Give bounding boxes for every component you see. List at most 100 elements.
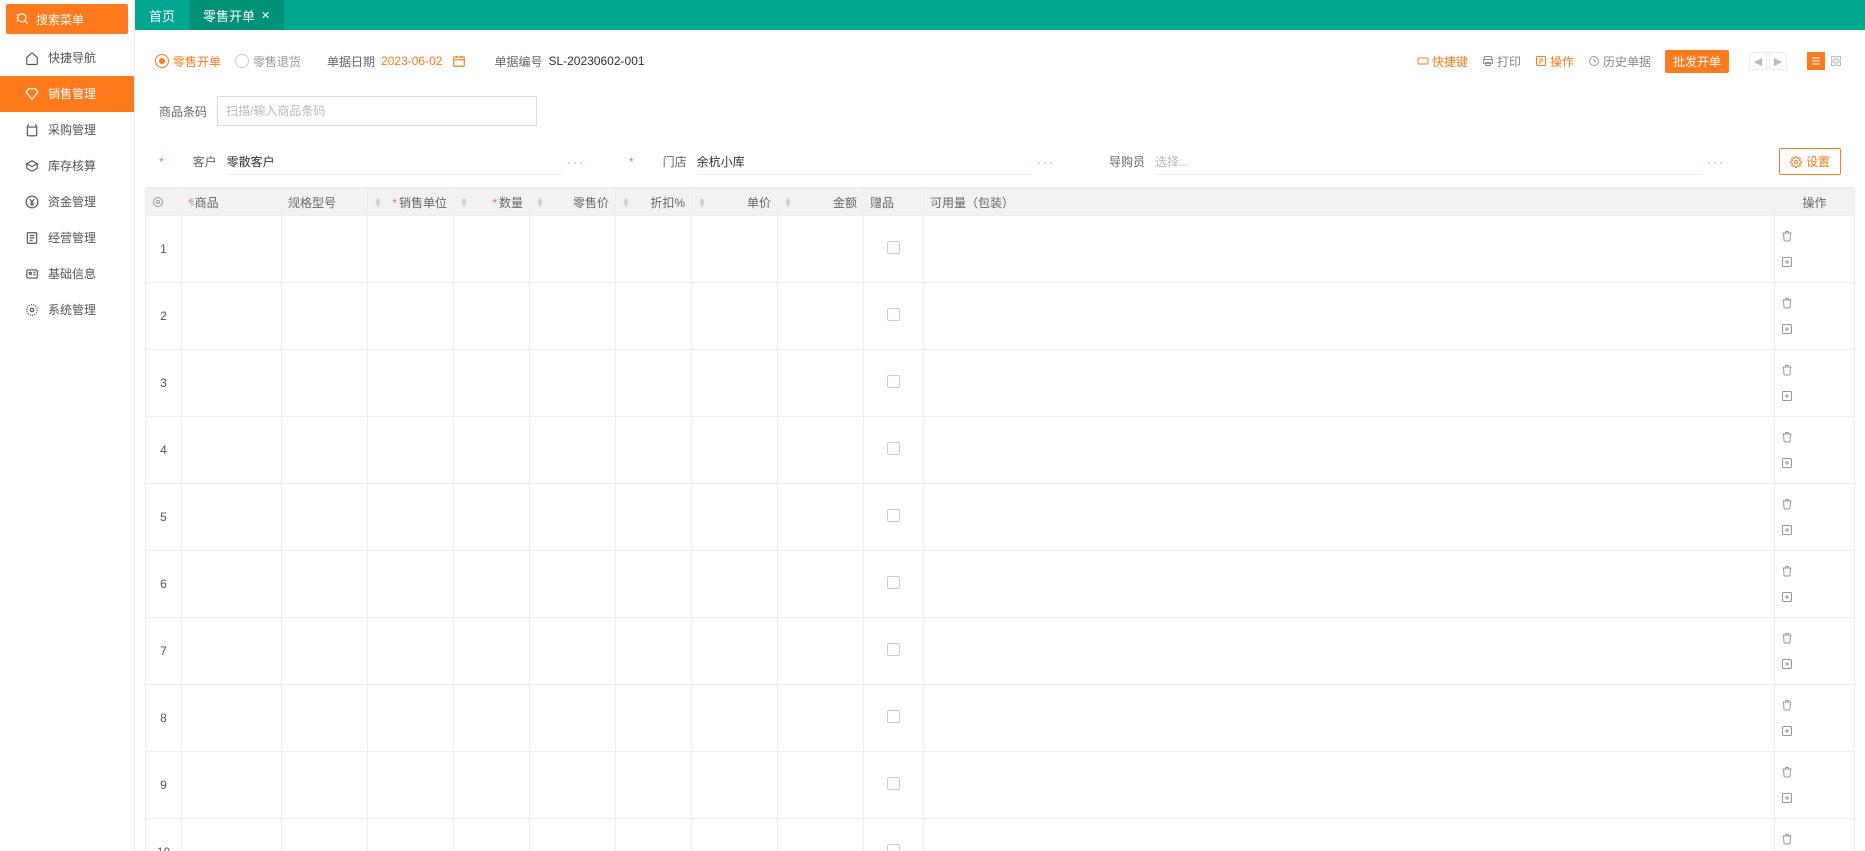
gift-checkbox[interactable] [887,643,900,656]
add-icon[interactable] [1781,658,1848,670]
delete-icon[interactable] [1781,498,1848,510]
delete-icon[interactable] [1781,431,1848,443]
th-amount[interactable]: ▲▼金额 [778,189,864,216]
search-menu-label: 搜索菜单 [36,11,84,28]
customer-value[interactable]: 零散客户 [227,149,563,175]
nav-item-5[interactable]: 经营管理 [0,220,134,256]
shortcut-button[interactable]: 快捷键 [1417,53,1468,70]
delete-icon[interactable] [1781,364,1848,376]
th-spec[interactable]: ▲▼规格型号 [282,189,368,216]
nav-item-6[interactable]: 基础信息 [0,256,134,292]
box-icon [24,158,40,174]
table-row[interactable]: 3 [146,350,1855,417]
gift-checkbox[interactable] [887,844,900,851]
required-icon: * [159,155,164,169]
nav-item-7[interactable]: 系统管理 [0,292,134,328]
table-row[interactable]: 5 [146,484,1855,551]
order-type-radio-1[interactable]: 零售退货 [235,53,301,70]
customer-label: 客户 [167,153,217,170]
gift-checkbox[interactable] [887,308,900,321]
add-icon[interactable] [1781,457,1848,469]
gift-checkbox[interactable] [887,442,900,455]
nav-item-3[interactable]: 库存核算 [0,148,134,184]
batch-order-button[interactable]: 批发开单 [1665,50,1729,73]
view-grid-icon[interactable] [1827,52,1845,70]
table-row[interactable]: 6 [146,551,1855,618]
guide-value[interactable]: 选择... [1155,149,1703,175]
delete-icon[interactable] [1781,230,1848,242]
date-value[interactable]: 2023-06-02 [381,54,442,68]
order-no-label: 单据编号 [494,53,542,70]
add-icon[interactable] [1781,725,1848,737]
calendar-icon[interactable] [452,54,466,68]
add-icon[interactable] [1781,390,1848,402]
nav-item-1[interactable]: 销售管理 [0,76,134,112]
operate-button[interactable]: 操作 [1535,53,1574,70]
th-gift[interactable]: ▲▼赠品 [864,189,924,216]
nav-item-0[interactable]: 快捷导航 [0,40,134,76]
add-icon[interactable] [1781,524,1848,536]
th-available[interactable]: ▲▼可用量（包装） [924,189,1775,216]
toolbar: 快捷键 打印 操作 历史单据 批发开单 [1417,50,1845,73]
print-button[interactable]: 打印 [1482,53,1521,70]
radio-icon [235,54,249,68]
delete-icon[interactable] [1781,766,1848,778]
delete-icon[interactable] [1781,297,1848,309]
store-label: 门店 [637,153,687,170]
barcode-input[interactable] [217,96,537,126]
th-unit[interactable]: ▲▼*销售单位 [368,189,454,216]
search-menu-button[interactable]: 搜索菜单 [6,4,128,34]
delete-icon[interactable] [1781,833,1848,845]
table-row[interactable]: 2 [146,283,1855,350]
customer-picker-icon[interactable]: ··· [563,155,589,169]
nav-item-2[interactable]: 采购管理 [0,112,134,148]
table-row[interactable]: 8 [146,685,1855,752]
delete-icon[interactable] [1781,565,1848,577]
add-icon[interactable] [1781,323,1848,335]
table-row[interactable]: 7 [146,618,1855,685]
order-no-value: SL-20230602-001 [548,54,644,68]
store-picker-icon[interactable]: ··· [1033,155,1059,169]
table-row[interactable]: 10 [146,819,1855,851]
gift-checkbox[interactable] [887,241,900,254]
th-product[interactable]: ▲▼*商品 [182,189,282,216]
tab-1[interactable]: 零售开单✕ [189,0,284,30]
close-icon[interactable]: ✕ [261,9,270,22]
view-list-icon[interactable] [1807,52,1825,70]
gift-checkbox[interactable] [887,710,900,723]
th-retail[interactable]: ▲▼零售价 [530,189,616,216]
next-button[interactable]: ▶ [1769,52,1787,70]
gift-checkbox[interactable] [887,777,900,790]
yen-icon [24,194,40,210]
bag-icon [24,122,40,138]
nav-item-4[interactable]: 资金管理 [0,184,134,220]
list-icon [24,230,40,246]
th-gear[interactable] [146,189,182,216]
add-icon[interactable] [1781,792,1848,804]
order-type-radio-0[interactable]: 零售开单 [155,53,221,70]
add-icon[interactable] [1781,591,1848,603]
gift-checkbox[interactable] [887,375,900,388]
barcode-label: 商品条码 [159,103,207,120]
delete-icon[interactable] [1781,632,1848,644]
order-type-radio-group: 零售开单零售退货 [155,53,301,70]
guide-label: 导购员 [1099,153,1145,170]
th-price[interactable]: ▲▼单价 [692,189,778,216]
store-value[interactable]: 余杭小库 [697,149,1033,175]
th-qty[interactable]: ▲▼*数量 [454,189,530,216]
th-discount[interactable]: ▲▼折扣% [616,189,692,216]
guide-picker-icon[interactable]: ··· [1703,155,1729,169]
table-row[interactable]: 4 [146,417,1855,484]
home-icon [24,50,40,66]
table-row[interactable]: 1 [146,216,1855,283]
history-button[interactable]: 历史单据 [1588,53,1651,70]
delete-icon[interactable] [1781,699,1848,711]
diamond-icon [24,86,40,102]
table-row[interactable]: 9 [146,752,1855,819]
add-icon[interactable] [1781,256,1848,268]
prev-button[interactable]: ◀ [1749,52,1767,70]
gift-checkbox[interactable] [887,509,900,522]
settings-button[interactable]: 设置 [1779,148,1841,175]
tab-0[interactable]: 首页 [135,0,189,30]
gift-checkbox[interactable] [887,576,900,589]
